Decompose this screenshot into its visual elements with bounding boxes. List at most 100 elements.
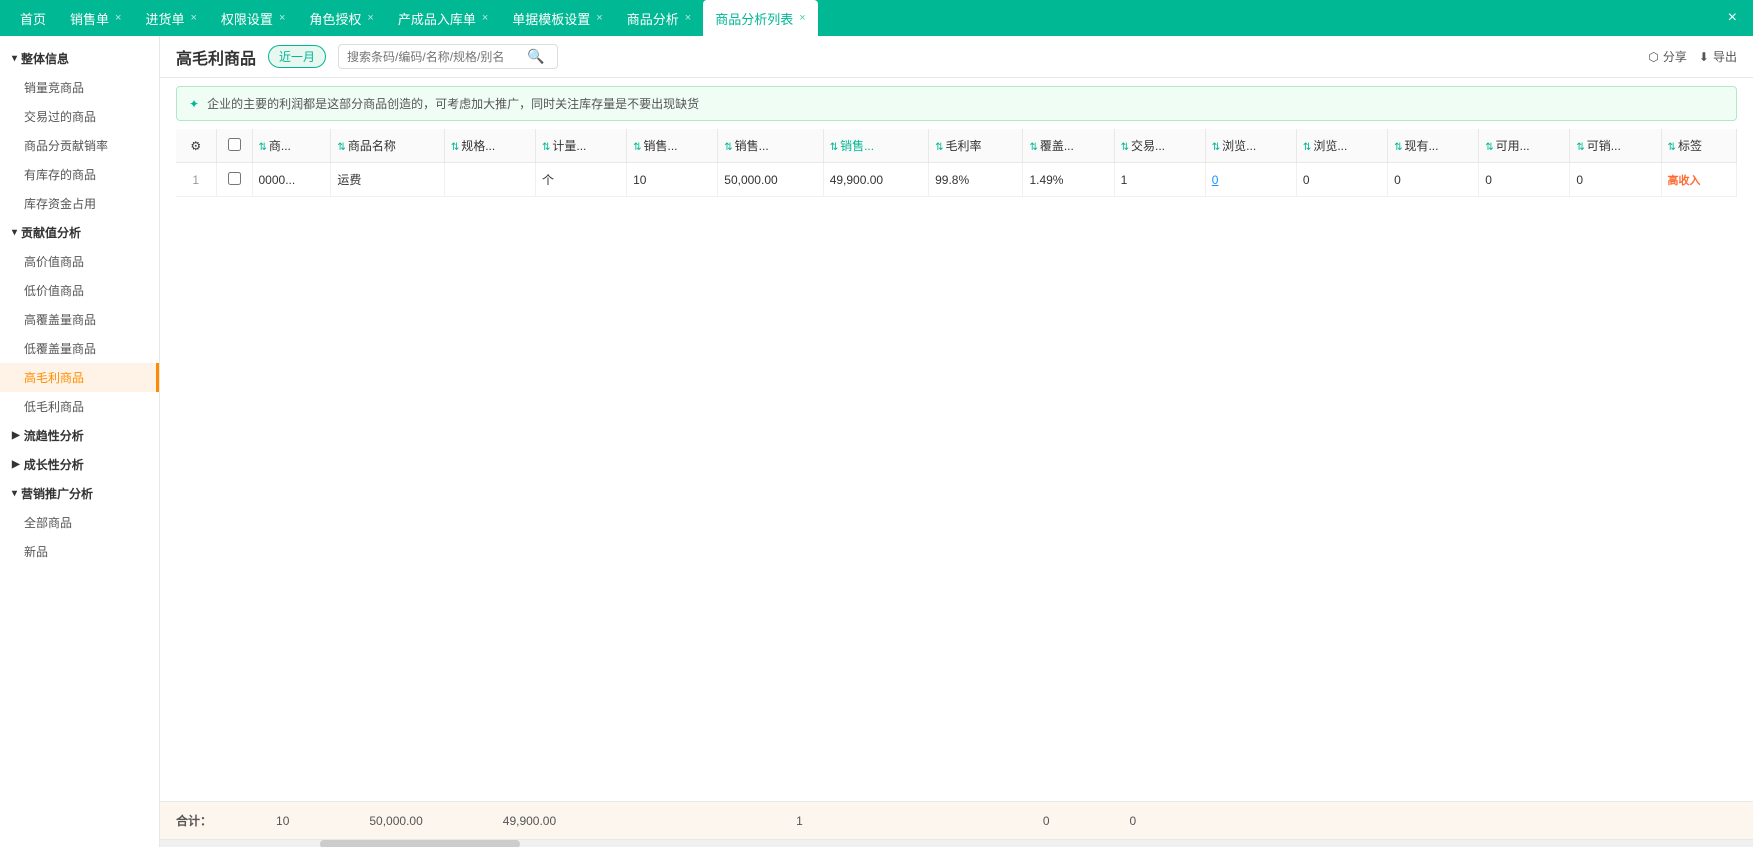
nav-template-settings[interactable]: 单据模板设置 × bbox=[500, 0, 614, 36]
page-title: 高毛利商品 bbox=[176, 45, 256, 69]
col-spec[interactable]: ⇅规格... bbox=[444, 129, 535, 163]
sidebar-item-low-margin[interactable]: 低毛利商品 bbox=[0, 392, 159, 421]
close-icon[interactable]: × bbox=[190, 12, 196, 24]
nav-product-analysis-list[interactable]: 商品分析列表 × bbox=[703, 0, 817, 36]
export-button[interactable]: ⬇ 导出 bbox=[1699, 48, 1737, 65]
col-trade[interactable]: ⇅交易... bbox=[1114, 129, 1205, 163]
sidebar-section-overall[interactable]: ▾ 整体信息 bbox=[0, 44, 159, 73]
info-icon: ✦ bbox=[189, 97, 199, 111]
col-coverage[interactable]: ⇅覆盖... bbox=[1023, 129, 1114, 163]
select-all-checkbox[interactable] bbox=[228, 138, 241, 151]
col-view1[interactable]: ⇅浏览... bbox=[1205, 129, 1296, 163]
footer-current-stock: 0 bbox=[1003, 814, 1090, 828]
cell-current-stock: 0 bbox=[1388, 163, 1479, 197]
col-name[interactable]: ⇅商品名称 bbox=[331, 129, 444, 163]
col-sales-qty[interactable]: ⇅销售... bbox=[627, 129, 718, 163]
row-checkbox[interactable] bbox=[228, 172, 241, 185]
col-available-stock[interactable]: ⇅可用... bbox=[1479, 129, 1570, 163]
table-header-row: ⚙ ⇅商... ⇅商品名称 ⇅规格... ⇅计量... ⇅销售... ⇅销售..… bbox=[176, 129, 1737, 163]
cell-tag: 高收入 bbox=[1661, 163, 1736, 197]
col-settings[interactable]: ⚙ bbox=[176, 129, 216, 163]
sidebar-item-low-value[interactable]: 低价值商品 bbox=[0, 276, 159, 305]
sort-icon: ⇅ bbox=[1668, 142, 1676, 153]
table-row: 1 0000... 运费 个 10 50,000.00 49,900.00 99… bbox=[176, 163, 1737, 197]
sidebar-item-high-margin[interactable]: 高毛利商品 bbox=[0, 363, 159, 392]
col-gross-margin[interactable]: ⇅毛利率 bbox=[929, 129, 1023, 163]
col-code[interactable]: ⇅商... bbox=[252, 129, 331, 163]
sidebar-item-in-stock[interactable]: 有库存的商品 bbox=[0, 160, 159, 189]
nav-home[interactable]: 首页 bbox=[8, 0, 58, 36]
nav-product-analysis[interactable]: 商品分析 × bbox=[615, 0, 703, 36]
cell-sellable-stock: 0 bbox=[1570, 163, 1661, 197]
sidebar-section-growth[interactable]: ▶ 成长性分析 bbox=[0, 450, 159, 479]
footer-sales-qty: 10 bbox=[236, 814, 329, 828]
cell-coverage: 1.49% bbox=[1023, 163, 1114, 197]
sidebar-section-contribution[interactable]: ▾ 贡献值分析 bbox=[0, 218, 159, 247]
sidebar-item-new-products[interactable]: 新品 bbox=[0, 537, 159, 566]
export-icon: ⬇ bbox=[1699, 50, 1709, 64]
sidebar-section-trend[interactable]: ▶ 流趋性分析 bbox=[0, 421, 159, 450]
sort-icon: ⇅ bbox=[1394, 142, 1402, 153]
sort-icon: ⇅ bbox=[1121, 142, 1129, 153]
close-icon[interactable]: × bbox=[115, 12, 121, 24]
nav-product-storage[interactable]: 产成品入库单 × bbox=[386, 0, 500, 36]
close-icon[interactable]: × bbox=[596, 12, 602, 24]
cell-sales-qty: 10 bbox=[627, 163, 718, 197]
nav-sales-order[interactable]: 销售单 × bbox=[58, 0, 133, 36]
footer-bar: 合计： 10 50,000.00 49,900.00 1 0 0 bbox=[160, 801, 1753, 839]
cell-sales-amount: 50,000.00 bbox=[718, 163, 823, 197]
sidebar-item-high-coverage[interactable]: 高覆盖量商品 bbox=[0, 305, 159, 334]
filter-last-month-button[interactable]: 近一月 bbox=[268, 45, 326, 68]
sidebar-item-sales-competition[interactable]: 销量竞商品 bbox=[0, 73, 159, 102]
search-box: 🔍 bbox=[338, 44, 558, 69]
chevron-right-icon: ▶ bbox=[12, 430, 20, 441]
chevron-down-icon: ▾ bbox=[12, 488, 17, 499]
close-all-button[interactable]: × bbox=[1720, 9, 1745, 27]
col-current-stock[interactable]: ⇅现有... bbox=[1388, 129, 1479, 163]
sort-icon: ⇅ bbox=[633, 142, 641, 153]
sidebar-item-low-coverage[interactable]: 低覆盖量商品 bbox=[0, 334, 159, 363]
sidebar-item-contribution-rate[interactable]: 商品分贡献销率 bbox=[0, 131, 159, 160]
horizontal-scrollbar[interactable] bbox=[160, 839, 1753, 847]
search-input[interactable] bbox=[347, 50, 527, 64]
sort-icon: ⇅ bbox=[259, 142, 267, 153]
footer-sales-amount: 50,000.00 bbox=[329, 814, 462, 828]
table-container: ⚙ ⇅商... ⇅商品名称 ⇅规格... ⇅计量... ⇅销售... ⇅销售..… bbox=[160, 129, 1753, 801]
content-header: 高毛利商品 近一月 🔍 ⬡ 分享 ⬇ 导出 bbox=[160, 36, 1753, 78]
col-sellable-stock[interactable]: ⇅可销... bbox=[1570, 129, 1661, 163]
col-view2[interactable]: ⇅浏览... bbox=[1296, 129, 1387, 163]
sort-icon: ⇅ bbox=[1576, 142, 1584, 153]
cell-name: 运费 bbox=[331, 163, 444, 197]
sidebar-item-traded-products[interactable]: 交易过的商品 bbox=[0, 102, 159, 131]
view1-link[interactable]: 0 bbox=[1212, 173, 1219, 187]
nav-role-auth[interactable]: 角色授权 × bbox=[297, 0, 385, 36]
close-icon[interactable]: × bbox=[799, 12, 805, 24]
sidebar-item-high-value[interactable]: 高价值商品 bbox=[0, 247, 159, 276]
header-actions: ⬡ 分享 ⬇ 导出 bbox=[1648, 48, 1737, 65]
sort-icon: ⇅ bbox=[1029, 142, 1037, 153]
col-sales-profit[interactable]: ⇅销售... bbox=[823, 129, 928, 163]
scrollbar-thumb[interactable] bbox=[320, 840, 520, 847]
sidebar-item-inventory-capital[interactable]: 库存资金占用 bbox=[0, 189, 159, 218]
nav-purchase-order[interactable]: 进货单 × bbox=[133, 0, 208, 36]
nav-permission-settings[interactable]: 权限设置 × bbox=[209, 0, 297, 36]
cell-checkbox[interactable] bbox=[216, 163, 252, 197]
col-checkbox[interactable] bbox=[216, 129, 252, 163]
close-icon[interactable]: × bbox=[367, 12, 373, 24]
close-icon[interactable]: × bbox=[685, 12, 691, 24]
col-sales-amount[interactable]: ⇅销售... bbox=[718, 129, 823, 163]
sort-icon: ⇅ bbox=[451, 142, 459, 153]
search-icon[interactable]: 🔍 bbox=[527, 48, 544, 65]
cell-trade: 1 bbox=[1114, 163, 1205, 197]
col-tag[interactable]: ⇅标签 bbox=[1661, 129, 1736, 163]
sort-icon: ⇅ bbox=[1212, 142, 1220, 153]
cell-available-stock: 0 bbox=[1479, 163, 1570, 197]
cell-view2: 0 bbox=[1296, 163, 1387, 197]
close-icon[interactable]: × bbox=[482, 12, 488, 24]
col-unit[interactable]: ⇅计量... bbox=[535, 129, 626, 163]
share-button[interactable]: ⬡ 分享 bbox=[1648, 48, 1687, 65]
sidebar-section-marketing[interactable]: ▾ 营销推广分析 bbox=[0, 479, 159, 508]
close-icon[interactable]: × bbox=[279, 12, 285, 24]
sidebar-item-all-products[interactable]: 全部商品 bbox=[0, 508, 159, 537]
share-icon: ⬡ bbox=[1648, 50, 1658, 64]
